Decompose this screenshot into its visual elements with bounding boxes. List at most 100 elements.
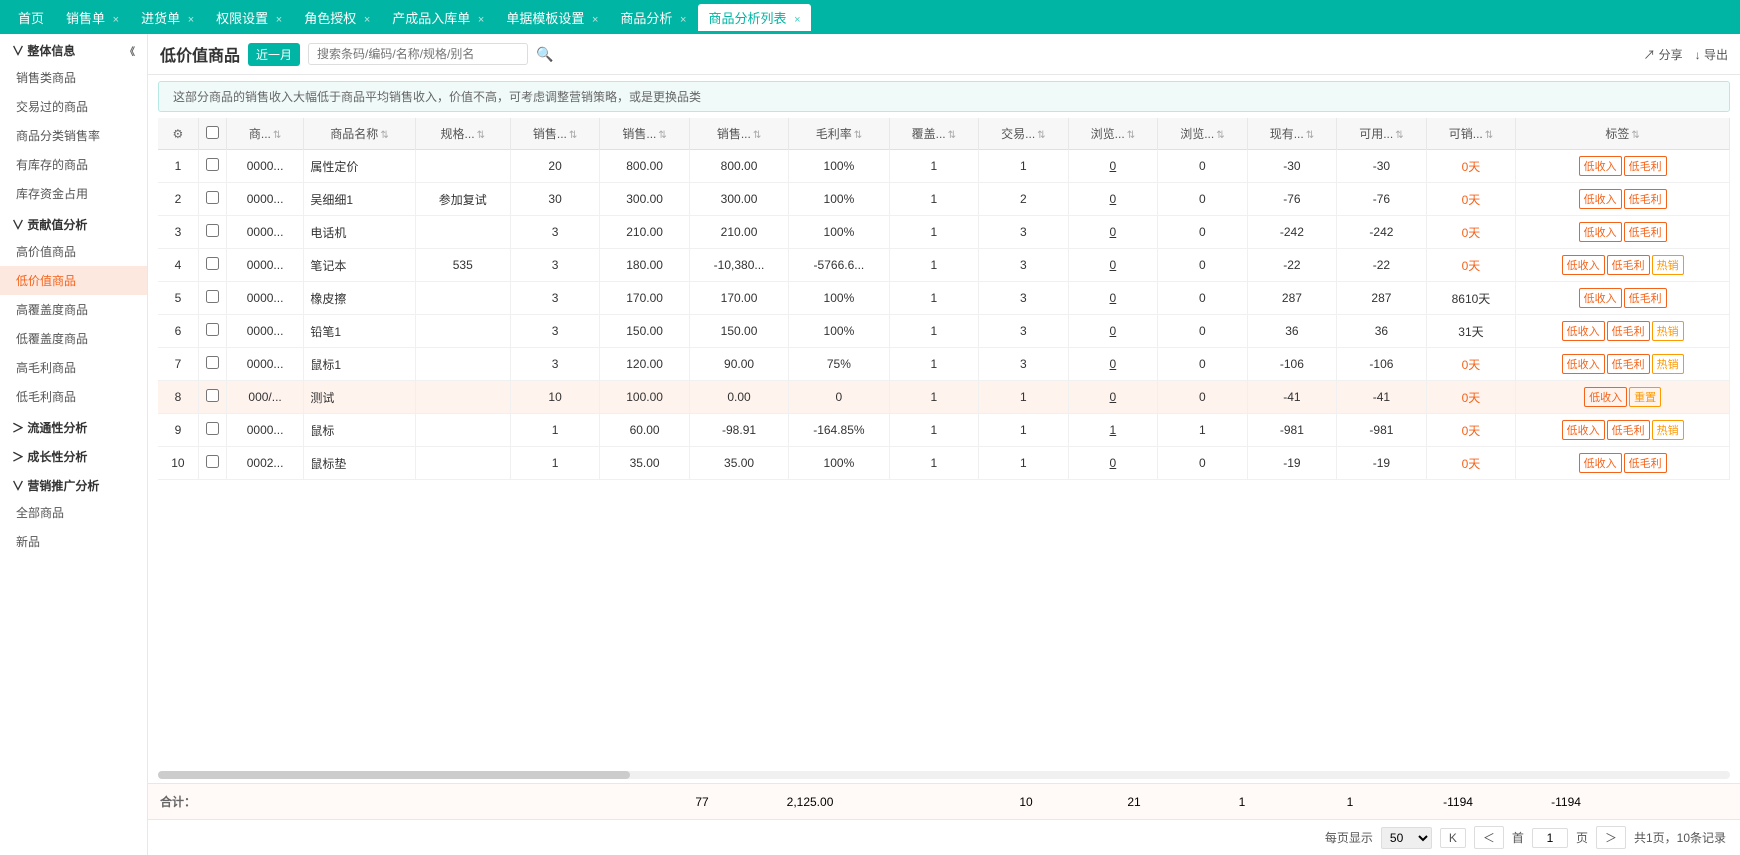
share-btn[interactable]: ↗ 分享 <box>1643 46 1682 63</box>
cell-browse1[interactable]: 0 <box>1068 150 1158 183</box>
page-size-select[interactable]: 50 100 200 <box>1381 827 1432 849</box>
cell-browse1[interactable]: 0 <box>1068 282 1158 315</box>
browse-link[interactable]: 1 <box>1110 423 1117 437</box>
search-input[interactable] <box>308 43 528 65</box>
cell-checkbox[interactable] <box>198 150 226 183</box>
nav-purchase[interactable]: 进货单 × <box>131 4 204 31</box>
col-code[interactable]: 商...⇅ <box>226 118 304 150</box>
cell-browse1[interactable]: 1 <box>1068 414 1158 447</box>
cell-browse1[interactable]: 0 <box>1068 447 1158 480</box>
nav-template-close[interactable]: × <box>592 14 598 26</box>
nav-product-analysis[interactable]: 商品分析 × <box>610 4 696 31</box>
browse-link[interactable]: 0 <box>1110 291 1117 305</box>
row-checkbox[interactable] <box>206 290 219 303</box>
nav-product-analysis-list[interactable]: 商品分析列表 × <box>698 4 810 31</box>
cell-checkbox[interactable] <box>198 414 226 447</box>
sidebar-item-category-sales[interactable]: 商品分类销售率 <box>0 121 147 150</box>
cell-checkbox[interactable] <box>198 249 226 282</box>
sidebar-item-low-value[interactable]: 低价值商品 <box>0 266 147 295</box>
sidebar-collapse-overall[interactable]: 《 <box>125 43 135 58</box>
nav-sales[interactable]: 销售单 × <box>56 4 129 31</box>
col-checkbox[interactable] <box>198 118 226 150</box>
col-spec[interactable]: 规格...⇅ <box>415 118 510 150</box>
sidebar-item-stocked[interactable]: 有库存的商品 <box>0 150 147 179</box>
row-checkbox[interactable] <box>206 257 219 270</box>
sidebar-item-traded[interactable]: 交易过的商品 <box>0 92 147 121</box>
search-icon[interactable]: 🔍 <box>536 46 553 63</box>
cell-checkbox[interactable] <box>198 447 226 480</box>
export-btn[interactable]: ↓ 导出 <box>1695 46 1728 63</box>
col-sellable[interactable]: 可销...⇅ <box>1426 118 1516 150</box>
nav-role-close[interactable]: × <box>364 14 370 26</box>
col-name[interactable]: 商品名称⇅ <box>304 118 415 150</box>
col-tags[interactable]: 标签⇅ <box>1516 118 1730 150</box>
col-trade[interactable]: 交易...⇅ <box>979 118 1069 150</box>
sidebar-group-circulation[interactable]: ＞ 流通性分析 <box>0 411 147 440</box>
browse-link[interactable]: 0 <box>1110 258 1117 272</box>
cell-browse1[interactable]: 0 <box>1068 183 1158 216</box>
row-checkbox[interactable] <box>206 158 219 171</box>
browse-link[interactable]: 0 <box>1110 357 1117 371</box>
row-checkbox[interactable] <box>206 455 219 468</box>
col-gross-margin[interactable]: 毛利率⇅ <box>789 118 889 150</box>
sidebar-group-overall[interactable]: ∨ 整体信息 《 <box>0 34 147 63</box>
first-page-btn[interactable]: K <box>1440 828 1466 848</box>
col-available[interactable]: 可用...⇅ <box>1337 118 1427 150</box>
row-checkbox[interactable] <box>206 422 219 435</box>
col-browse1[interactable]: 浏览...⇅ <box>1068 118 1158 150</box>
cell-checkbox[interactable] <box>198 315 226 348</box>
sidebar-item-all-products[interactable]: 全部商品 <box>0 498 147 527</box>
sidebar-item-high-margin[interactable]: 高毛利商品 <box>0 353 147 382</box>
browse-link[interactable]: 0 <box>1110 225 1117 239</box>
cell-checkbox[interactable] <box>198 348 226 381</box>
filter-recent-btn[interactable]: 近一月 <box>248 43 300 66</box>
sidebar-item-high-value[interactable]: 高价值商品 <box>0 237 147 266</box>
cell-browse1[interactable]: 0 <box>1068 381 1158 414</box>
sidebar-item-new-products[interactable]: 新品 <box>0 527 147 556</box>
cell-browse1[interactable]: 0 <box>1068 315 1158 348</box>
footer-scroll-thumb[interactable] <box>158 771 630 779</box>
nav-template[interactable]: 单据模板设置 × <box>496 4 608 31</box>
sidebar-item-high-coverage[interactable]: 高覆盖度商品 <box>0 295 147 324</box>
col-coverage[interactable]: 覆盖...⇅ <box>889 118 979 150</box>
browse-link[interactable]: 0 <box>1110 456 1117 470</box>
cell-checkbox[interactable] <box>198 381 226 414</box>
sidebar-item-low-margin[interactable]: 低毛利商品 <box>0 382 147 411</box>
sidebar-item-stock-capital[interactable]: 库存资金占用 <box>0 179 147 208</box>
browse-link[interactable]: 0 <box>1110 159 1117 173</box>
col-browse2[interactable]: 浏览...⇅ <box>1158 118 1248 150</box>
cell-checkbox[interactable] <box>198 183 226 216</box>
nav-analysis-close[interactable]: × <box>680 14 686 26</box>
col-sale-qty[interactable]: 销售...⇅ <box>510 118 600 150</box>
sidebar-item-low-coverage[interactable]: 低覆盖度商品 <box>0 324 147 353</box>
browse-link[interactable]: 0 <box>1110 390 1117 404</box>
cell-checkbox[interactable] <box>198 282 226 315</box>
current-page-input[interactable] <box>1532 828 1568 848</box>
row-checkbox[interactable] <box>206 323 219 336</box>
nav-product-in-close[interactable]: × <box>478 14 484 26</box>
sidebar-group-marketing[interactable]: ∨ 营销推广分析 <box>0 469 147 498</box>
nav-purchase-close[interactable]: × <box>188 14 194 26</box>
sidebar-item-sales-products[interactable]: 销售类商品 <box>0 63 147 92</box>
cell-checkbox[interactable] <box>198 216 226 249</box>
sidebar-group-contribution[interactable]: ∨ 贡献值分析 <box>0 208 147 237</box>
nav-home[interactable]: 首页 <box>8 4 54 31</box>
prev-page-btn[interactable]: ＜ <box>1474 826 1504 849</box>
nav-role[interactable]: 角色授权 × <box>294 4 380 31</box>
row-checkbox[interactable] <box>206 224 219 237</box>
cell-browse1[interactable]: 0 <box>1068 249 1158 282</box>
col-sale-price[interactable]: 销售...⇅ <box>600 118 690 150</box>
nav-sales-close[interactable]: × <box>113 14 119 26</box>
cell-browse1[interactable]: 0 <box>1068 348 1158 381</box>
col-current[interactable]: 现有...⇅ <box>1247 118 1337 150</box>
select-all-checkbox[interactable] <box>206 126 219 139</box>
col-sale-amount[interactable]: 销售...⇅ <box>689 118 788 150</box>
nav-analysis-list-close[interactable]: × <box>794 14 800 26</box>
browse-link[interactable]: 0 <box>1110 192 1117 206</box>
row-checkbox[interactable] <box>206 356 219 369</box>
footer-scroll[interactable] <box>158 771 1730 779</box>
nav-permission[interactable]: 权限设置 × <box>206 4 292 31</box>
next-page-btn[interactable]: ＞ <box>1596 826 1626 849</box>
table-wrapper[interactable]: ⚙ 商...⇅ 商品名称⇅ 规格...⇅ 销售...⇅ 销售...⇅ 销售...… <box>148 118 1740 771</box>
nav-product-in[interactable]: 产成品入库单 × <box>382 4 494 31</box>
